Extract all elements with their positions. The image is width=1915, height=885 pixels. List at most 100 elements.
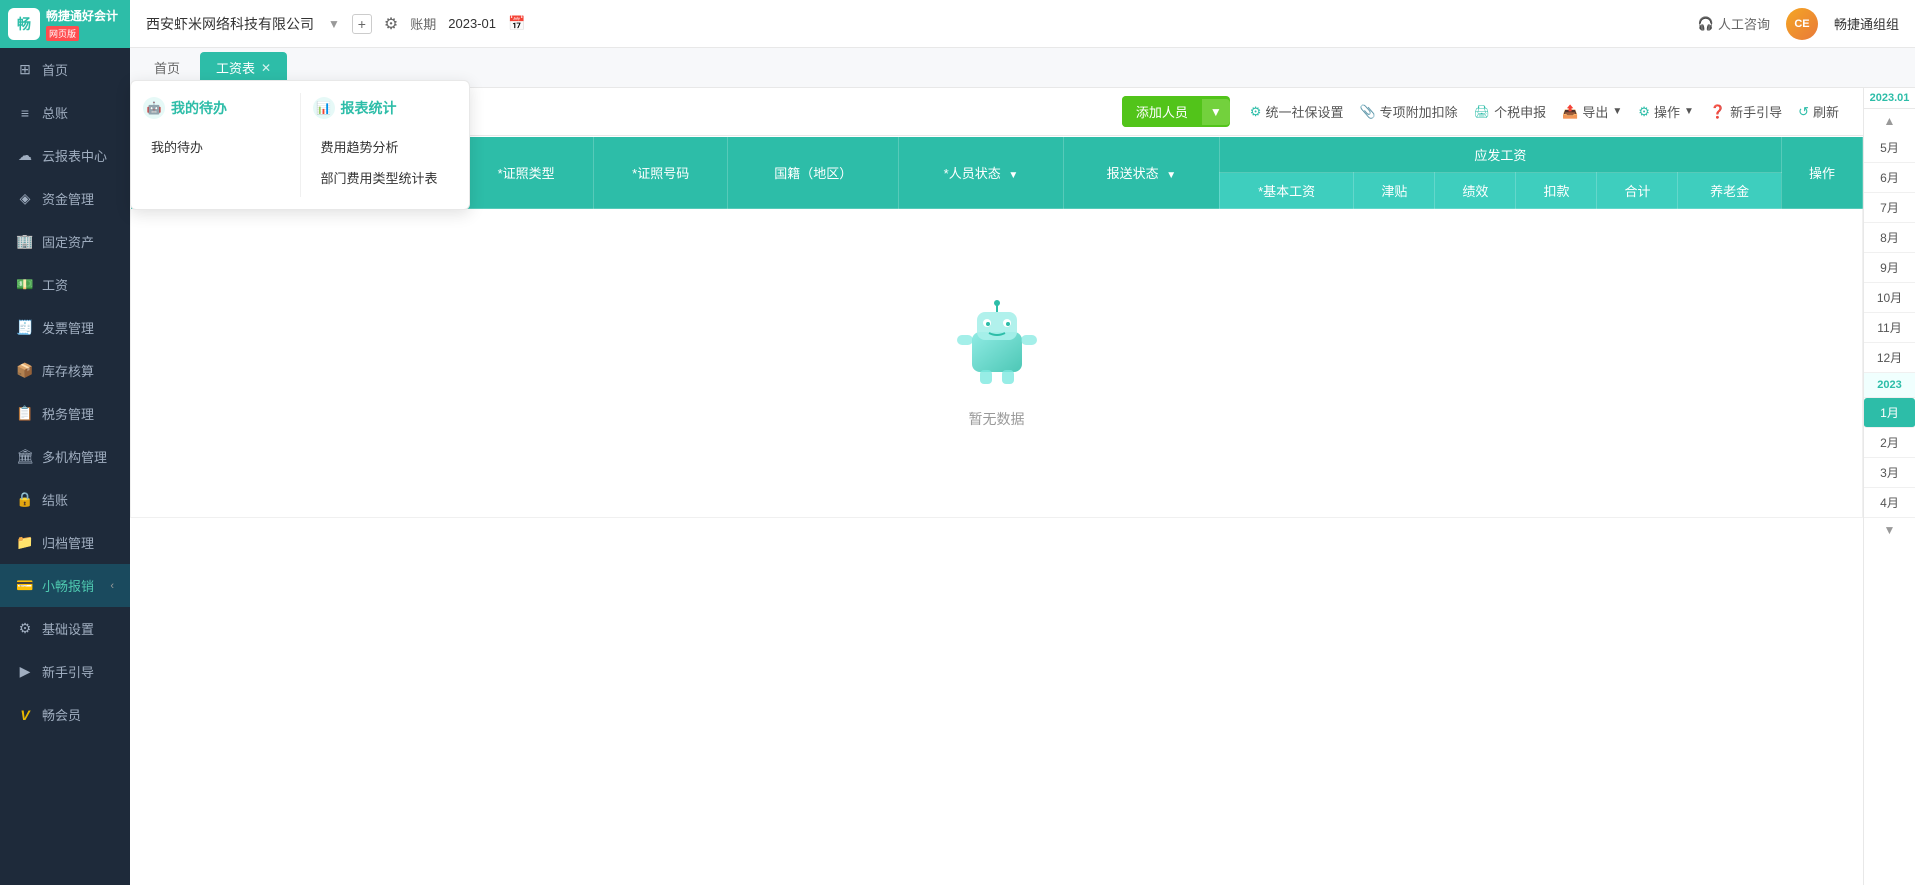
month-item-8[interactable]: 8月	[1864, 223, 1915, 253]
th-send-status: 报送状态 ▼	[1063, 137, 1219, 209]
tab-home[interactable]: 首页	[138, 52, 196, 83]
month-item-9[interactable]: 9月	[1864, 253, 1915, 283]
month-item-7[interactable]: 7月	[1864, 193, 1915, 223]
th-operation: 操作	[1781, 137, 1862, 209]
social-security-icon: ⚙	[1250, 104, 1262, 120]
operate-btn[interactable]: ⚙ 操作 ▼	[1630, 98, 1702, 125]
sidebar-label-salary: 工资	[42, 275, 68, 294]
month-item-10[interactable]: 10月	[1864, 283, 1915, 313]
month-nav-down-btn[interactable]: ▼	[1864, 518, 1915, 542]
sidebar-label-basic: 基础设置	[42, 619, 94, 638]
month-item-3[interactable]: 3月	[1864, 458, 1915, 488]
popup-item-my-todo[interactable]: 我的待办	[143, 131, 288, 162]
popup-item-dept-expense[interactable]: 部门费用类型统计表	[313, 162, 458, 193]
month-item-5[interactable]: 5月	[1864, 133, 1915, 163]
month-item-2[interactable]: 2月	[1864, 428, 1915, 458]
tax-report-icon: 🖨	[1474, 104, 1491, 120]
close-account-icon: 🔒	[16, 491, 34, 508]
settings-icon[interactable]: ⚙	[384, 14, 398, 34]
special-deduct-btn[interactable]: 📎 专项附加扣除	[1351, 98, 1465, 125]
ledger-icon: ≡	[16, 105, 34, 121]
th-nationality: 国籍（地区）	[728, 137, 899, 209]
popup-col-todo-header: 🤖 我的待办	[143, 97, 288, 119]
popup-item-expense-trend[interactable]: 费用趋势分析	[313, 131, 458, 162]
sidebar-item-member[interactable]: V 畅会员	[0, 693, 130, 736]
sidebar-label-archive: 归档管理	[42, 533, 94, 552]
th-id-num: *证照号码	[593, 137, 728, 209]
tax-report-btn[interactable]: 🖨 个税申报	[1466, 98, 1555, 125]
month-nav-up-btn[interactable]: ▲	[1864, 109, 1915, 133]
new-guide-label: 新手引导	[1730, 102, 1782, 121]
user-name[interactable]: 畅捷通组组	[1834, 14, 1899, 33]
calendar-icon[interactable]: 📅	[508, 15, 525, 32]
send-status-filter-icon[interactable]: ▼	[1166, 170, 1176, 181]
refresh-icon: ↺	[1798, 104, 1809, 120]
sidebar-item-salary[interactable]: 💵 工资	[0, 263, 130, 306]
empty-state: 暂无数据	[141, 217, 1852, 509]
export-btn[interactable]: 📤 导出 ▼	[1554, 98, 1630, 125]
sidebar-item-ledger[interactable]: ≡ 总账	[0, 91, 130, 134]
sidebar-item-cloud-report[interactable]: ☁ 云报表中心	[0, 134, 130, 177]
popup-todo-title: 我的待办	[171, 98, 227, 118]
social-security-label: 统一社保设置	[1265, 102, 1343, 121]
service-btn[interactable]: 🎧 人工咨询	[1698, 14, 1770, 33]
sidebar-item-xiaochang[interactable]: 💳 小畅报销 ‹	[0, 564, 130, 607]
tab-close-btn[interactable]: ✕	[261, 61, 271, 75]
sidebar-item-tax[interactable]: 📋 税务管理	[0, 392, 130, 435]
sidebar-label-guide: 新手引导	[42, 662, 94, 681]
sidebar-item-invoice[interactable]: 🧾 发票管理	[0, 306, 130, 349]
sidebar-label-fixed: 固定资产	[42, 232, 94, 251]
new-guide-btn[interactable]: ❓ 新手引导	[1702, 98, 1790, 125]
year-2023-label: 2023	[1864, 373, 1915, 398]
empty-illustration	[947, 297, 1047, 397]
multi-org-icon: 🏛	[16, 448, 34, 465]
month-item-4[interactable]: 4月	[1864, 488, 1915, 518]
sidebar-item-guide[interactable]: ▶ 新手引导	[0, 650, 130, 693]
topbar: 西安虾米网络科技有限公司 ▼ + ⚙ 账期 2023-01 📅 🎧 人工咨询 C…	[130, 0, 1915, 48]
right-month-panel: 2023.01 ▲ 5月 6月 7月 8月 9月 10月 11月 12月 202…	[1863, 88, 1915, 885]
sidebar-item-fixed-assets[interactable]: 🏢 固定资产	[0, 220, 130, 263]
sidebar-item-archive[interactable]: 📁 归档管理	[0, 521, 130, 564]
salary-table-wrap: 工号 ⇅ *姓名 *部门 *证照类型 *证照号码 国籍（地区） *人员状	[130, 136, 1863, 885]
sidebar-item-inventory[interactable]: 📦 库存核算	[0, 349, 130, 392]
sidebar-label-home: 首页	[42, 60, 68, 79]
year-header-2023: 2023.01	[1864, 88, 1915, 109]
report-col-icon: 📊	[313, 97, 335, 119]
user-avatar[interactable]: CE	[1786, 8, 1818, 40]
sidebar-label-close: 结账	[42, 490, 68, 509]
status-filter-icon[interactable]: ▼	[1008, 170, 1018, 181]
export-icon: 📤	[1562, 104, 1578, 120]
refresh-btn[interactable]: ↺ 刷新	[1790, 98, 1847, 125]
tax-report-label: 个税申报	[1494, 102, 1546, 121]
sidebar-label-ledger: 总账	[42, 103, 68, 122]
sidebar-item-fund[interactable]: ◈ 资金管理	[0, 177, 130, 220]
topbar-right: 🎧 人工咨询 CE 畅捷通组组	[1698, 8, 1899, 40]
sidebar-item-basic[interactable]: ⚙ 基础设置	[0, 607, 130, 650]
add-person-btn[interactable]: 添加人员	[1122, 96, 1202, 127]
sidebar-item-close-account[interactable]: 🔒 结账	[0, 478, 130, 521]
tab-salary-table[interactable]: 工资表 ✕	[200, 52, 287, 83]
popup-col-report-header: 📊 报表统计	[313, 97, 458, 119]
sidebar-label-multi: 多机构管理	[42, 447, 107, 466]
sidebar-item-home[interactable]: ⊞ 首页	[0, 48, 130, 91]
inventory-icon: 📦	[16, 362, 34, 379]
add-company-btn[interactable]: +	[352, 14, 372, 34]
add-person-dropdown-btn[interactable]: ▼	[1202, 99, 1230, 125]
th-performance: 绩效	[1435, 173, 1516, 209]
todo-col-icon: 🤖	[143, 97, 165, 119]
sidebar-item-multi-org[interactable]: 🏛 多机构管理	[0, 435, 130, 478]
invoice-icon: 🧾	[16, 319, 34, 336]
sidebar-label-invoice: 发票管理	[42, 318, 94, 337]
sidebar-label-tax: 税务管理	[42, 404, 94, 423]
company-dropdown-btn[interactable]: ▼	[328, 17, 340, 31]
logo-badge: 网页版	[46, 26, 79, 41]
month-item-6[interactable]: 6月	[1864, 163, 1915, 193]
social-security-btn[interactable]: ⚙ 统一社保设置	[1242, 98, 1352, 125]
app-logo[interactable]: 畅 畅捷通好会计 网页版	[0, 0, 130, 48]
month-item-11[interactable]: 11月	[1864, 313, 1915, 343]
period-label: 账期	[410, 14, 436, 33]
month-item-12[interactable]: 12月	[1864, 343, 1915, 373]
service-label: 人工咨询	[1718, 14, 1770, 33]
month-item-1[interactable]: 1月	[1864, 398, 1915, 428]
popup-report-title: 报表统计	[341, 98, 397, 118]
